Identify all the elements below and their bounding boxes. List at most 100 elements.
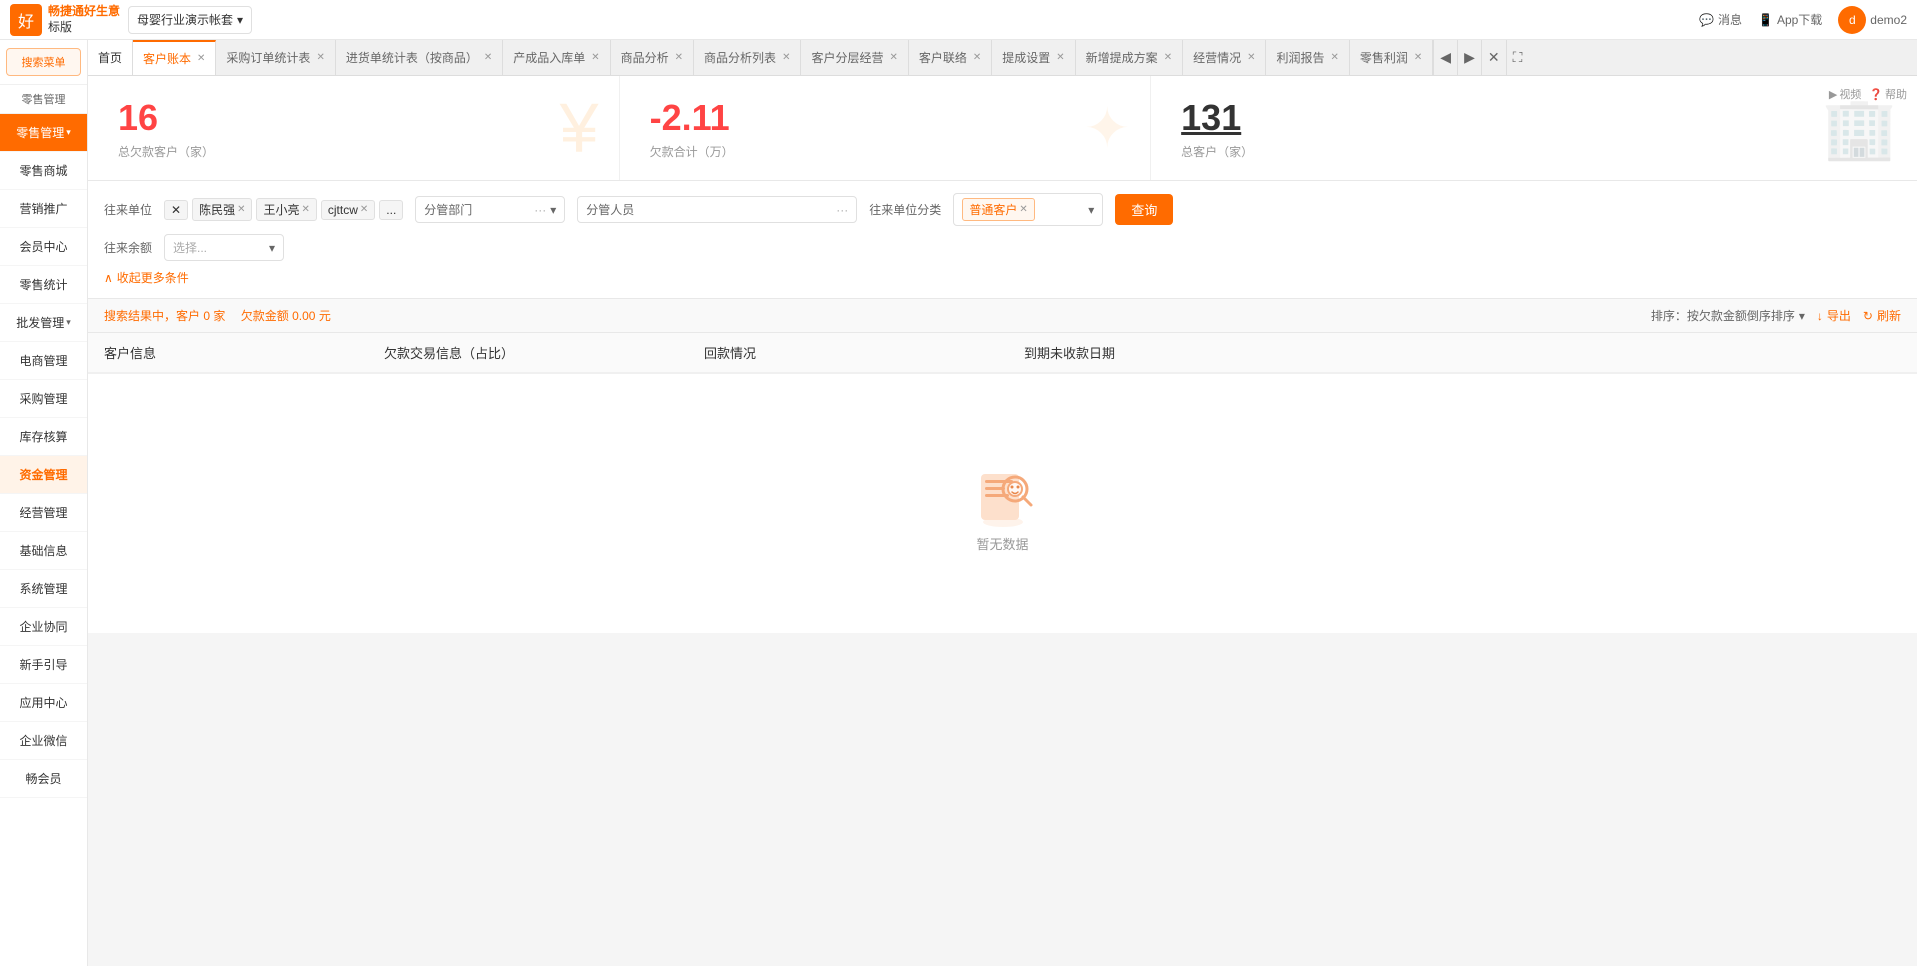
sidebar-item-inventory-check[interactable]: 库存核算 xyxy=(0,418,87,456)
filter-tag-ordinary-customer[interactable]: 普通客户 ✕ xyxy=(962,198,1034,221)
chevron-down-icon: ▾ xyxy=(269,241,275,255)
chevron-down-icon: ▾ xyxy=(66,317,71,328)
quick-nav-button[interactable]: 零售管理 xyxy=(0,85,87,114)
sidebar-item-vip-member[interactable]: 畅会员 xyxy=(0,760,87,798)
sidebar-item-marketing[interactable]: 营销推广 xyxy=(0,190,87,228)
tab-close-operations[interactable]: ✕ xyxy=(1247,52,1255,63)
filter-tag-close-wang[interactable]: ✕ xyxy=(302,204,310,215)
chevron-down-icon: ▾ xyxy=(66,127,71,138)
sidebar-item-ecommerce-mgmt[interactable]: 电商管理 xyxy=(0,342,87,380)
chevron-down-icon: ▾ xyxy=(550,203,556,217)
col-owing-detail: 欠款交易信息（占比） xyxy=(384,343,704,362)
app-download-button[interactable]: 📱 App下载 xyxy=(1758,11,1822,28)
sidebar-item-new-guide[interactable]: 新手引导 xyxy=(0,646,87,684)
sidebar-item-app-center[interactable]: 应用中心 xyxy=(0,684,87,722)
tab-close-product-analysis-list[interactable]: ✕ xyxy=(782,52,790,63)
tab-close-purchase-order[interactable]: ✕ xyxy=(316,52,324,63)
filter-row-1: 往来单位 ✕ 陈民强 ✕ 王小亮 ✕ xyxy=(104,193,1901,226)
filter-manager-select[interactable]: 分管人员 ··· xyxy=(577,196,857,223)
filter-tag-more[interactable]: ... xyxy=(379,200,403,220)
sidebar-item-enterprise-collab[interactable]: 企业协同 xyxy=(0,608,87,646)
stat-bg-diamond-icon: ✦ xyxy=(1084,96,1130,160)
tab-new-commission[interactable]: 新增提成方案 ✕ xyxy=(1076,40,1183,76)
filter-unit-category-select[interactable]: 普通客户 ✕ ▾ xyxy=(953,193,1103,226)
export-button[interactable]: ↓ 导出 xyxy=(1817,307,1851,324)
avatar: d xyxy=(1838,6,1866,34)
sidebar-item-capital-mgmt[interactable]: 资金管理 xyxy=(0,456,87,494)
collapse-button[interactable]: ∧ 收起更多条件 xyxy=(104,269,1901,286)
stat-label-owing-amount: 欠款合计（万） xyxy=(650,143,734,160)
main-layout: 搜索菜单 零售管理 零售管理 ▾ 零售商城 营销推广 会员中心 零售统计 批发管… xyxy=(0,40,1917,966)
refresh-icon: ↻ xyxy=(1863,309,1873,323)
tab-close-new-commission[interactable]: ✕ xyxy=(1164,52,1172,63)
filter-tag-empty[interactable]: ✕ xyxy=(164,200,188,220)
tab-incoming-stats[interactable]: 进货单统计表（按商品） ✕ xyxy=(336,40,503,76)
sidebar-item-retail-stats[interactable]: 零售统计 xyxy=(0,266,87,304)
tab-nav-fullscreen[interactable]: ⛶ xyxy=(1506,40,1529,76)
sidebar-item-member-center[interactable]: 会员中心 xyxy=(0,228,87,266)
filter-tag-cjttcw[interactable]: cjttcw ✕ xyxy=(321,200,375,220)
account-selector[interactable]: 母婴行业演示帐套 ▾ xyxy=(128,6,252,34)
download-icon: 📱 xyxy=(1758,13,1773,27)
tab-product-incoming[interactable]: 产成品入库单 ✕ xyxy=(503,40,610,76)
table-header: 客户信息 欠款交易信息（占比） 回款情况 到期未收款日期 xyxy=(88,333,1917,374)
tab-commission-settings[interactable]: 提成设置 ✕ xyxy=(992,40,1075,76)
sidebar-item-purchase-mgmt[interactable]: 采购管理 xyxy=(0,380,87,418)
filter-remaining-select[interactable]: 选择... ▾ xyxy=(164,234,284,261)
tab-customer-contact[interactable]: 客户联络 ✕ xyxy=(909,40,992,76)
export-icon: ↓ xyxy=(1817,309,1823,323)
filter-tag-close-cjttcw[interactable]: ✕ xyxy=(360,204,368,215)
tab-nav-prev[interactable]: ◀ xyxy=(1433,40,1457,76)
stat-owing-amount: ✦ -2.11 欠款合计（万） xyxy=(620,76,1152,180)
tab-close-commission[interactable]: ✕ xyxy=(1056,52,1064,63)
sidebar-item-wholesale-mgmt[interactable]: 批发管理 ▾ xyxy=(0,304,87,342)
tab-close-product-analysis[interactable]: ✕ xyxy=(675,52,683,63)
tab-nav-next[interactable]: ▶ xyxy=(1457,40,1481,76)
search-menu-button[interactable]: 搜索菜单 xyxy=(6,48,81,76)
sidebar-item-retail-mgmt[interactable]: 零售管理 ▾ xyxy=(0,114,87,152)
filter-tag-close-chen[interactable]: ✕ xyxy=(237,204,245,215)
sidebar-item-basic-info[interactable]: 基础信息 xyxy=(0,532,87,570)
tab-customer-book[interactable]: 客户账本 ✕ xyxy=(133,40,216,76)
tab-product-analysis[interactable]: 商品分析 ✕ xyxy=(611,40,694,76)
tab-close-product-incoming[interactable]: ✕ xyxy=(591,52,599,63)
tab-close-profit[interactable]: ✕ xyxy=(1331,52,1339,63)
tab-operations-status[interactable]: 经营情况 ✕ xyxy=(1183,40,1266,76)
col-customer-info: 客户信息 xyxy=(104,343,384,362)
tab-profit-report[interactable]: 利润报告 ✕ xyxy=(1266,40,1349,76)
filter-tag-chen[interactable]: 陈民强 ✕ xyxy=(192,198,252,221)
chevron-up-icon: ∧ xyxy=(104,271,113,285)
tab-retail-profit[interactable]: 零售利润 ✕ xyxy=(1350,40,1433,76)
sidebar-item-operations-mgmt[interactable]: 经营管理 xyxy=(0,494,87,532)
message-button[interactable]: 💬 消息 xyxy=(1699,11,1742,28)
user-profile[interactable]: d demo2 xyxy=(1838,6,1907,34)
tab-close-customer-tier[interactable]: ✕ xyxy=(889,52,897,63)
query-button[interactable]: 查询 xyxy=(1115,194,1173,225)
result-bar: 搜索结果中，客户 0 家 欠款金额 0.00 元 排序：按欠款金额倒序排序 ▾ xyxy=(88,299,1917,333)
tab-purchase-order-stats[interactable]: 采购订单统计表 ✕ xyxy=(216,40,335,76)
stats-row: ¥ 16 总欠款客户（家） ✦ -2.11 欠款合计（万） ▶ 视频 xyxy=(88,76,1917,181)
tab-home[interactable]: 首页 xyxy=(88,40,133,76)
sidebar-item-system-mgmt[interactable]: 系统管理 xyxy=(0,570,87,608)
sidebar-item-retail-mall[interactable]: 零售商城 xyxy=(0,152,87,190)
tab-close-retail-profit[interactable]: ✕ xyxy=(1414,52,1422,63)
sort-selector[interactable]: 排序：按欠款金额倒序排序 ▾ xyxy=(1651,307,1805,324)
table-container: 客户信息 欠款交易信息（占比） 回款情况 到期未收款日期 xyxy=(88,333,1917,633)
sidebar-item-enterprise-wechat[interactable]: 企业微信 xyxy=(0,722,87,760)
tab-nav-close-all[interactable]: ✕ xyxy=(1481,40,1506,76)
stat-total-customers: ▶ 视频 ❓ 帮助 🏢 131 总客户（家） xyxy=(1151,76,1917,180)
collapse-row: ∧ 收起更多条件 xyxy=(104,269,1901,286)
refresh-button[interactable]: ↻ 刷新 xyxy=(1863,307,1901,324)
filter-tag-wang[interactable]: 王小亮 ✕ xyxy=(256,198,316,221)
tab-close-customer-book[interactable]: ✕ xyxy=(197,53,205,64)
tab-close-incoming[interactable]: ✕ xyxy=(484,52,492,63)
tab-close-customer-contact[interactable]: ✕ xyxy=(973,52,981,63)
sidebar: 搜索菜单 零售管理 零售管理 ▾ 零售商城 营销推广 会员中心 零售统计 批发管… xyxy=(0,40,88,966)
chevron-down-icon: ▾ xyxy=(1088,203,1094,217)
col-due-date: 到期未收款日期 xyxy=(1024,343,1901,362)
filter-department-select[interactable]: 分管部门 ··· ▾ xyxy=(415,196,565,223)
tab-product-analysis-list[interactable]: 商品分析列表 ✕ xyxy=(694,40,801,76)
page-content: ¥ 16 总欠款客户（家） ✦ -2.11 欠款合计（万） ▶ 视频 xyxy=(88,76,1917,966)
filter-label-unit-category: 往来单位分类 xyxy=(869,201,941,218)
tab-customer-tier[interactable]: 客户分层经营 ✕ xyxy=(801,40,908,76)
